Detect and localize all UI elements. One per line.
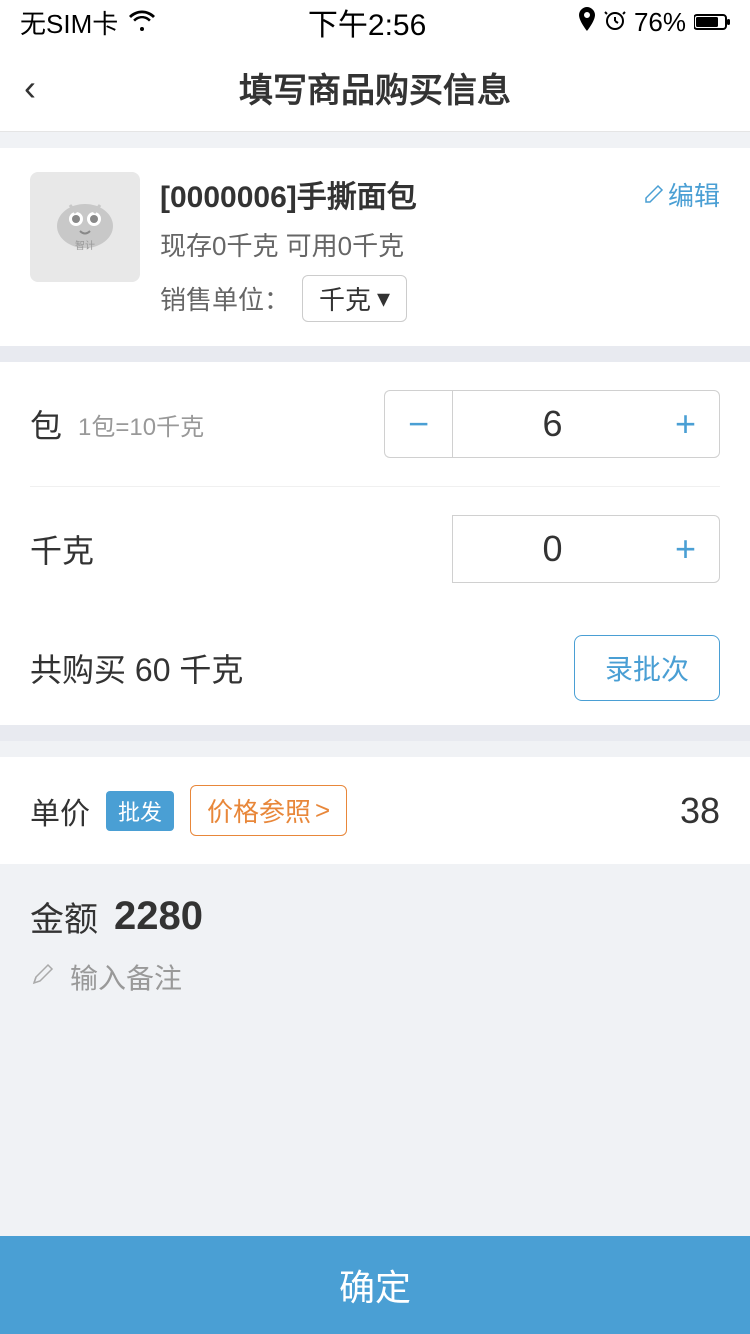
price-ref-label: 价格参照 [207,792,311,829]
nav-bar: ‹ 填写商品购买信息 [0,44,750,132]
total-section: 共购买 60 千克 录批次 [0,611,750,725]
status-bar: 无SIM卡 下午2:56 76% [0,0,750,44]
product-thumbnail: 智计 [30,172,140,282]
unit-arrow: ▾ [377,283,390,314]
edit-label: 编辑 [668,176,720,213]
amount-section: 金额 2280 输入备注 [0,864,750,1025]
unit-select[interactable]: 千克 ▾ [302,275,407,322]
svg-text:智计: 智计 [75,239,95,251]
pencil-icon [30,961,58,994]
bao-text: 包 [30,401,62,447]
location-icon [578,7,596,38]
price-value: 38 [680,790,720,832]
content-spacer [0,1025,750,1236]
battery-label: 76% [634,7,686,38]
product-unit-row: 销售单位： 千克 ▾ [160,275,720,322]
status-right: 76% [578,7,730,38]
bao-input-row: 包 1包=10千克 − + [30,362,720,487]
bao-quantity-control: − + [384,390,720,458]
wifi-icon [128,7,156,38]
page-title: 填写商品购买信息 [239,63,511,112]
price-label: 单价 [30,789,90,833]
price-badge: 批发 [106,791,174,831]
product-logo: 智计 [50,191,120,263]
price-ref-button[interactable]: 价格参照 > [190,785,347,836]
kg-plus-button[interactable]: + [652,515,720,583]
amount-row: 金额 2280 [30,892,720,941]
status-left: 无SIM卡 [20,4,156,41]
product-stock: 现存0千克 可用0千克 [160,226,720,263]
status-time: 下午2:56 [308,0,426,44]
kg-input-row: 千克 + [30,487,720,611]
price-section: 单价 批发 价格参照 > 38 [0,757,750,864]
bao-plus-button[interactable]: + [652,390,720,458]
amount-value: 2280 [114,894,203,939]
kg-label: 千克 [30,526,94,572]
kg-quantity-input[interactable] [452,515,652,583]
alarm-icon [604,7,626,38]
edit-button[interactable]: 编辑 [644,176,720,213]
total-text: 共购买 60 千克 [30,645,243,691]
confirm-button[interactable]: 确定 [0,1236,750,1334]
remark-placeholder: 输入备注 [70,957,182,997]
unit-value: 千克 [319,280,371,317]
kg-quantity-control: + [452,515,720,583]
bao-hint: 1包=10千克 [78,407,204,442]
unit-label: 销售单位： [160,280,290,317]
product-name: [0000006]手撕面包 [160,172,417,216]
carrier-label: 无SIM卡 [20,4,118,41]
price-ref-arrow: > [315,795,330,826]
section-divider-1 [0,346,750,362]
bao-minus-button[interactable]: − [384,390,452,458]
back-button[interactable]: ‹ [24,67,36,109]
record-batch-button[interactable]: 录批次 [574,635,720,701]
product-card: 智计 [0000006]手撕面包 编辑 现存0千克 可用0千克 销售单位： 千克… [0,148,750,346]
bao-label: 包 1包=10千克 [30,401,204,447]
section-divider-2 [0,725,750,741]
amount-label: 金额 [30,892,98,941]
bao-quantity-input[interactable] [452,390,652,458]
battery-icon [694,7,730,38]
remark-row[interactable]: 输入备注 [30,957,720,997]
kg-text: 千克 [30,526,94,572]
input-section: 包 1包=10千克 − + 千克 + [0,362,750,611]
product-info: [0000006]手撕面包 编辑 现存0千克 可用0千克 销售单位： 千克 ▾ [160,172,720,322]
